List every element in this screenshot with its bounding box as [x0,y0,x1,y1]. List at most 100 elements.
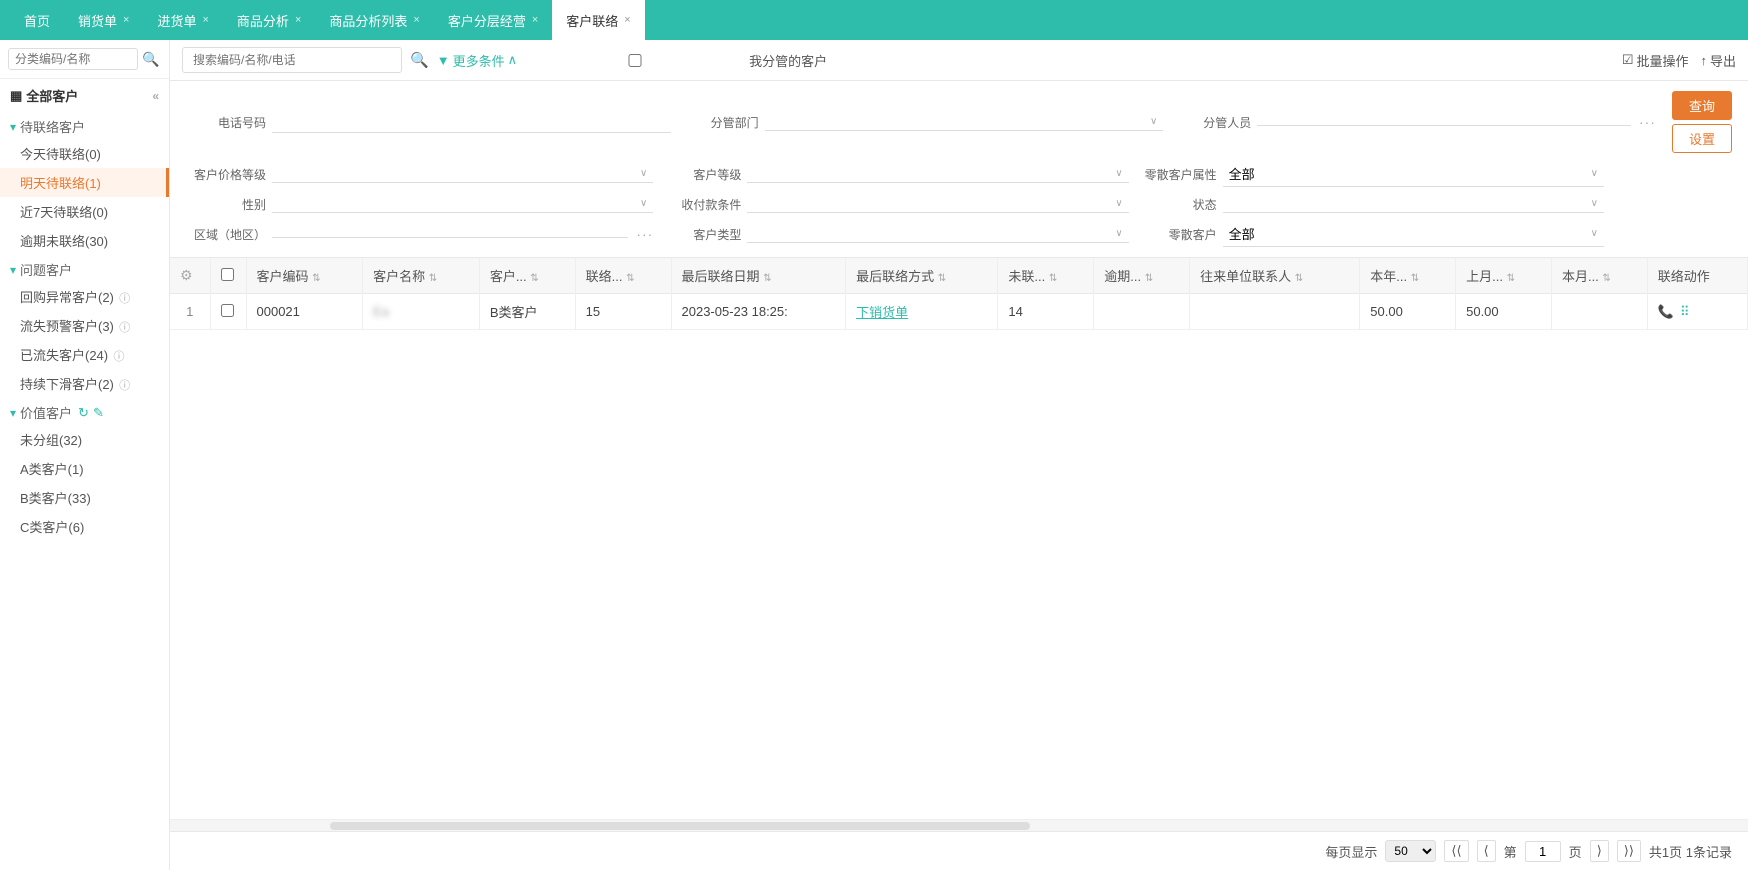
col-contact[interactable]: 联络... [575,258,671,294]
filter-retail-customer-select[interactable]: 全部 ∨ [1223,221,1604,247]
col-contact-person[interactable]: 往来单位联系人 [1190,258,1360,294]
sidebar-group-problem[interactable]: 问题客户 [0,255,169,282]
nav-customer-segment[interactable]: 客户分层经营 × [434,0,552,40]
filter-more-button[interactable]: ▼ 更多条件 ∧ [437,51,517,70]
filter-dept-select[interactable]: ∨ [765,113,1164,131]
sidebar-item-repurchase[interactable]: 回购异常客户(2) ⓘ [0,282,169,311]
sidebar-item-overdue[interactable]: 逾期未联络(30) [0,226,169,255]
bulk-ops-button[interactable]: ☑ 批量操作 [1622,51,1689,70]
col-name[interactable]: 客户名称 [363,258,480,294]
filter-row-3: 性别 ∨ 收付款条件 ∨ 状态 [186,195,1732,213]
search-button[interactable]: 🔍 [410,51,429,69]
filter-customer-type-select[interactable]: ∨ [747,225,1128,243]
close-purchase-tab[interactable]: × [202,14,208,26]
row-checkbox[interactable] [221,304,234,317]
col-type[interactable]: 客户... [479,258,575,294]
reset-button[interactable]: 设置 [1672,124,1732,153]
first-page-button[interactable]: ⟨⟨ [1444,840,1468,862]
chevron-down-icon2: ∨ [640,168,647,179]
filter-retail-attr-field: 零散客户属性 全部 ∨ [1137,161,1604,187]
query-button[interactable]: 查询 [1672,91,1732,120]
sidebar: 🔍 ▦ 全部客户 « 待联络客户 今天待联络(0) 明天待联络(1) 近7天待联… [0,40,170,870]
filter-row-2: 客户价格等级 ∨ 客户等级 ∨ 零散客户属性 全部 [186,161,1732,187]
row-unlink-days: 14 [998,294,1094,330]
sidebar-group-value[interactable]: 价值客户 ↻ ✎ [0,398,169,425]
col-year[interactable]: 本年... [1360,258,1456,294]
last-page-button[interactable]: ⟩⟩ [1617,840,1641,862]
sidebar-search-area: 🔍 [0,40,169,79]
filter-person-dots[interactable]: ··· [1639,114,1656,130]
main-layout: 🔍 ▦ 全部客户 « 待联络客户 今天待联络(0) 明天待联络(1) 近7天待联… [0,40,1748,870]
nav-home[interactable]: 首页 [10,0,64,40]
per-page-select[interactable]: 50 100 200 [1385,840,1436,862]
filter-person-field: 分管人员 ··· [1171,114,1656,131]
col-this-month[interactable]: 本月... [1551,258,1647,294]
filter-person-label: 分管人员 [1171,114,1251,131]
export-button[interactable]: ↑ 导出 [1700,51,1736,70]
action-phone-icon[interactable]: 📞 [1658,304,1674,320]
filter-phone-input[interactable] [272,112,671,133]
col-overdue[interactable]: 逾期... [1094,258,1190,294]
sidebar-item-class-b[interactable]: B类客户(33) [0,483,169,512]
filter-payment-select[interactable]: ∨ [747,195,1128,213]
row-code: 000021 [246,294,363,330]
sidebar-item-churn-warning[interactable]: 流失预警客户(3) ⓘ [0,311,169,340]
row-this-month [1551,294,1647,330]
sidebar-item-today[interactable]: 今天待联络(0) [0,139,169,168]
close-product-list-tab[interactable]: × [413,14,419,26]
sidebar-item-class-a[interactable]: A类客户(1) [0,454,169,483]
filter-dept-label: 分管部门 [679,114,759,131]
close-product-analysis-tab[interactable]: × [295,14,301,26]
nav-customer-contact[interactable]: 客户联络 × [552,0,644,40]
toolbar: 🔍 ▼ 更多条件 ∧ 我分管的客户 ☑ 批量操作 ↑ 导出 [170,40,1748,81]
filter-gender-select[interactable]: ∨ [272,195,653,213]
sidebar-search-input[interactable] [8,48,138,70]
prev-page-button[interactable]: ⟨ [1477,840,1496,862]
sidebar-search-icon[interactable]: 🔍 [142,51,159,68]
my-customers-checkbox-label[interactable]: 我分管的客户 [525,51,827,70]
action-more-icon[interactable]: ⠿ [1680,304,1690,320]
chevron-down-icon6: ∨ [1115,198,1122,209]
sidebar-item-lost[interactable]: 已流失客户(24) ⓘ [0,340,169,369]
filter-customer-level-field: 客户等级 ∨ [661,165,1128,183]
sidebar-item-ungrouped[interactable]: 未分组(32) [0,425,169,454]
sidebar-group-pending[interactable]: 待联络客户 [0,112,169,139]
filter-retail-customer-field: 零散客户 全部 ∨ [1137,221,1604,247]
nav-product-analysis[interactable]: 商品分析 × [223,0,315,40]
scrollbar-thumb[interactable] [330,822,1030,830]
sidebar-all-customers[interactable]: ▦ 全部客户 « [0,79,169,112]
nav-product-list[interactable]: 商品分析列表 × [315,0,433,40]
sidebar-item-tomorrow[interactable]: 明天待联络(1) [0,168,169,197]
table-settings-icon[interactable]: ⚙ [180,267,193,283]
page-number-input[interactable] [1525,841,1561,862]
col-last-month[interactable]: 上月... [1456,258,1552,294]
filter-customer-level-select[interactable]: ∨ [747,165,1128,183]
close-customer-contact-tab[interactable]: × [624,14,630,26]
close-sales-tab[interactable]: × [123,14,129,26]
row-last-method[interactable]: 下销货单 [846,294,998,330]
nav-sales[interactable]: 销货单 × [64,0,143,40]
next-page-button[interactable]: ⟩ [1590,840,1609,862]
filter-retail-attr-select[interactable]: 全部 ∨ [1223,161,1604,187]
sidebar-item-declining[interactable]: 持续下滑客户(2) ⓘ [0,369,169,398]
col-last-date[interactable]: 最后联络日期 [671,258,846,294]
row-last-date: 2023-05-23 18:25: [671,294,846,330]
chevron-down-icon5: ∨ [640,198,647,209]
col-code[interactable]: 客户编码 [246,258,363,294]
my-customers-checkbox[interactable] [525,54,745,67]
filter-region-dots[interactable]: ··· [636,226,653,242]
col-unlinkdays[interactable]: 未联... [998,258,1094,294]
filter-person-select[interactable] [1257,119,1631,126]
close-customer-segment-tab[interactable]: × [532,14,538,26]
filter-region-select[interactable] [272,231,628,238]
nav-purchase[interactable]: 进货单 × [143,0,222,40]
table-select-all[interactable] [221,268,234,281]
filter-status-select[interactable]: ∨ [1223,195,1604,213]
col-last-method[interactable]: 最后联络方式 [846,258,998,294]
last-method-link[interactable]: 下销货单 [856,305,908,320]
filter-value-level-select[interactable]: ∨ [272,165,653,183]
sidebar-item-7days[interactable]: 近7天待联络(0) [0,197,169,226]
filter-row-4: 区域（地区） ··· 客户类型 ∨ 零散客户 全部 [186,221,1732,247]
sidebar-item-class-c[interactable]: C类客户(6) [0,512,169,541]
search-input[interactable] [182,47,402,73]
